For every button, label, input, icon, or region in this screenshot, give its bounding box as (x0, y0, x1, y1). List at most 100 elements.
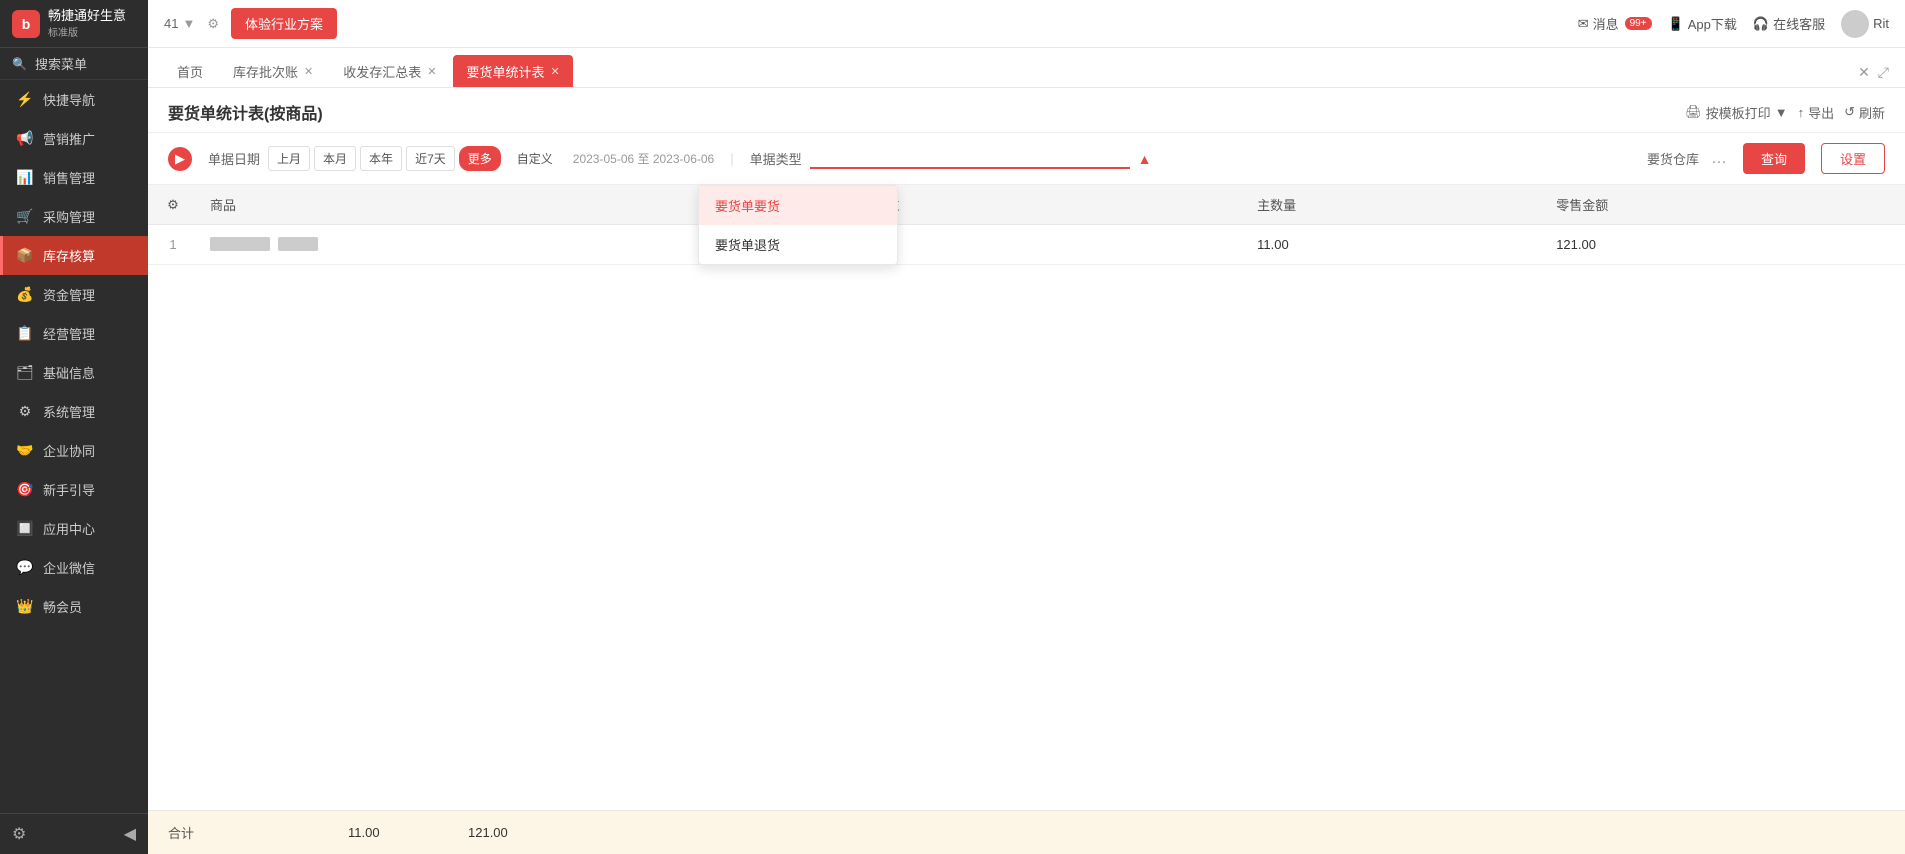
sidebar-item-enterprise[interactable]: 🤝 企业协同 (0, 431, 148, 470)
sidebar-collapse-icon[interactable]: ◀ (124, 824, 136, 844)
wechat-icon: 💬 (15, 559, 35, 576)
tab-expand-icon[interactable]: ⤢ (1878, 64, 1889, 81)
product-code-blurred (278, 237, 318, 251)
tab-home[interactable]: 首页 (164, 55, 216, 87)
dropdown-item-order-goods[interactable]: 要货单要货 (699, 186, 897, 225)
sidebar-item-member[interactable]: 👑 畅会员 (0, 587, 148, 626)
message-icon: ✉ (1578, 16, 1589, 32)
sidebar-item-sales[interactable]: 📊 销售管理 (0, 158, 148, 197)
sales-icon: 📊 (15, 169, 35, 186)
user-profile[interactable]: Rit (1841, 10, 1889, 38)
customer-service-btn[interactable]: 🎧 在线客服 (1753, 14, 1825, 33)
date-btn-last-7days[interactable]: 近7天 (406, 146, 455, 171)
sidebar-item-label: 系统管理 (43, 402, 95, 421)
app-name: 畅捷通好生意 (48, 8, 126, 25)
tab-close-all-icon[interactable]: ✕ (1858, 64, 1870, 81)
appstore-icon: 🔲 (15, 520, 35, 537)
sidebar-item-wechat[interactable]: 💬 企业微信 (0, 548, 148, 587)
print-icon: 🖨 (1685, 104, 1702, 120)
print-label: 按模板打印 (1706, 103, 1771, 122)
store-arrow-icon: ▼ (182, 16, 195, 31)
total-amount-value: 121.00 (468, 825, 508, 840)
sidebar-item-quick-nav[interactable]: ⚡ 快捷导航 (0, 80, 148, 119)
system-icon: ⚙ (15, 403, 35, 420)
app-download-label: App下载 (1688, 14, 1737, 33)
marketing-icon: 📢 (15, 130, 35, 147)
product-name-blurred (210, 237, 270, 251)
data-table: ⚙ 商品 主计量单位 主数量 零售金额 1 块 11 (148, 185, 1905, 265)
col-settings[interactable]: ⚙ (148, 185, 198, 225)
sidebar-search[interactable]: 🔍 搜索菜单 (0, 48, 148, 80)
sidebar-item-label: 销售管理 (43, 168, 95, 187)
tab-receive-summary[interactable]: 收发存汇总表 ✕ (330, 55, 449, 87)
col-qty: 主数量 (1245, 185, 1544, 225)
page-header: 要货单统计表(按商品) 🖨 按模板打印 ▼ ↑ 导出 ↺ 刷新 (148, 88, 1905, 133)
tab-batch-account-label: 库存批次账 (233, 62, 298, 81)
sidebar-item-label: 库存核算 (43, 246, 95, 265)
type-input[interactable] (810, 148, 1130, 169)
sidebar-item-operation[interactable]: 📋 经营管理 (0, 314, 148, 353)
search-icon: 🔍 (12, 57, 27, 71)
tab-batch-account-close[interactable]: ✕ (304, 65, 313, 78)
sidebar-item-label: 资金管理 (43, 285, 95, 304)
sidebar-settings-icon[interactable]: ⚙ (12, 824, 26, 844)
query-button[interactable]: 查询 (1743, 143, 1805, 174)
filter-area: ▶ 单据日期 上月 本月 本年 近7天 更多 自定义 2023-05-06 至 … (148, 133, 1905, 185)
basic-icon: 🗂 (15, 364, 35, 381)
sidebar-item-appstore[interactable]: 🔲 应用中心 (0, 509, 148, 548)
sidebar-item-guide[interactable]: 🎯 新手引导 (0, 470, 148, 509)
export-btn[interactable]: ↑ 导出 (1798, 103, 1835, 122)
app-download-btn[interactable]: 📱 App下载 (1668, 14, 1737, 33)
date-btn-this-month[interactable]: 本月 (314, 146, 356, 171)
message-btn[interactable]: ✉ 消息 99+ (1578, 14, 1652, 33)
sidebar-item-purchase[interactable]: 🛒 采购管理 (0, 197, 148, 236)
user-name: Rit (1873, 16, 1889, 31)
tab-home-label: 首页 (177, 62, 203, 81)
sidebar-item-inventory[interactable]: 📦 库存核算 (0, 236, 148, 275)
sidebar-item-basic[interactable]: 🗂 基础信息 (0, 353, 148, 392)
date-custom-btn[interactable]: 自定义 (509, 147, 561, 170)
sidebar-item-system[interactable]: ⚙ 系统管理 (0, 392, 148, 431)
tab-order-stats[interactable]: 要货单统计表 ✕ (453, 55, 572, 87)
total-qty-value: 11.00 (348, 825, 380, 840)
dropdown-item-order-return[interactable]: 要货单退货 (699, 225, 897, 264)
store-name: 41 (164, 16, 178, 31)
sidebar-nav: ⚡ 快捷导航 📢 营销推广 📊 销售管理 🛒 采购管理 📦 库存核算 💰 资金管… (0, 80, 148, 813)
tabs-bar: 首页 库存批次账 ✕ 收发存汇总表 ✕ 要货单统计表 ✕ ✕ ⤢ (148, 48, 1905, 88)
enterprise-icon: 🤝 (15, 442, 35, 459)
settings-button[interactable]: 设置 (1821, 143, 1885, 174)
date-label: 单据日期 (208, 149, 260, 168)
main-content: 41 ▼ ⚙ 体验行业方案 ✉ 消息 99+ 📱 App下载 🎧 在线客服 R (148, 0, 1905, 854)
store-selector[interactable]: 41 ▼ (164, 16, 195, 31)
warehouse-more-icon[interactable]: … (1711, 150, 1727, 168)
sidebar-item-marketing[interactable]: 📢 营销推广 (0, 119, 148, 158)
date-btn-this-year[interactable]: 本年 (360, 146, 402, 171)
tab-order-stats-close[interactable]: ✕ (551, 65, 560, 78)
table-header: ⚙ 商品 主计量单位 主数量 零售金额 (148, 185, 1905, 225)
sidebar-footer: ⚙ ◀ (0, 813, 148, 854)
date-btn-more[interactable]: 更多 (459, 146, 501, 171)
date-btn-last-month[interactable]: 上月 (268, 146, 310, 171)
service-label: 在线客服 (1773, 14, 1825, 33)
sidebar-logo: b 畅捷通好生意 标准版 (0, 0, 148, 48)
tabs-right-controls: ✕ ⤢ (1858, 64, 1889, 87)
tab-batch-account[interactable]: 库存批次账 ✕ (220, 55, 326, 87)
filter-type-group: 单据类型 ▲ (750, 148, 1615, 169)
trial-btn[interactable]: 体验行业方案 (231, 8, 337, 39)
refresh-label: 刷新 (1859, 103, 1885, 122)
filter-expand-btn[interactable]: ▶ (168, 147, 192, 171)
tab-order-stats-label: 要货单统计表 (466, 62, 544, 81)
refresh-btn[interactable]: ↺ 刷新 (1844, 103, 1885, 122)
filter-warehouse-group: 要货仓库 … (1647, 149, 1727, 168)
tab-receive-summary-close[interactable]: ✕ (427, 65, 436, 78)
column-settings-icon[interactable]: ⚙ (167, 197, 179, 212)
total-amount: 121.00 (468, 825, 588, 840)
sidebar-item-label: 快捷导航 (43, 90, 95, 109)
tab-receive-summary-label: 收发存汇总表 (343, 62, 421, 81)
message-label: 消息 (1593, 14, 1619, 33)
type-dropdown-arrow[interactable]: ▲ (1138, 151, 1152, 167)
topbar-settings-icon[interactable]: ⚙ (207, 16, 219, 32)
print-btn[interactable]: 🖨 按模板打印 ▼ (1685, 103, 1787, 122)
row-qty: 11.00 (1245, 225, 1544, 265)
sidebar-item-finance[interactable]: 💰 资金管理 (0, 275, 148, 314)
